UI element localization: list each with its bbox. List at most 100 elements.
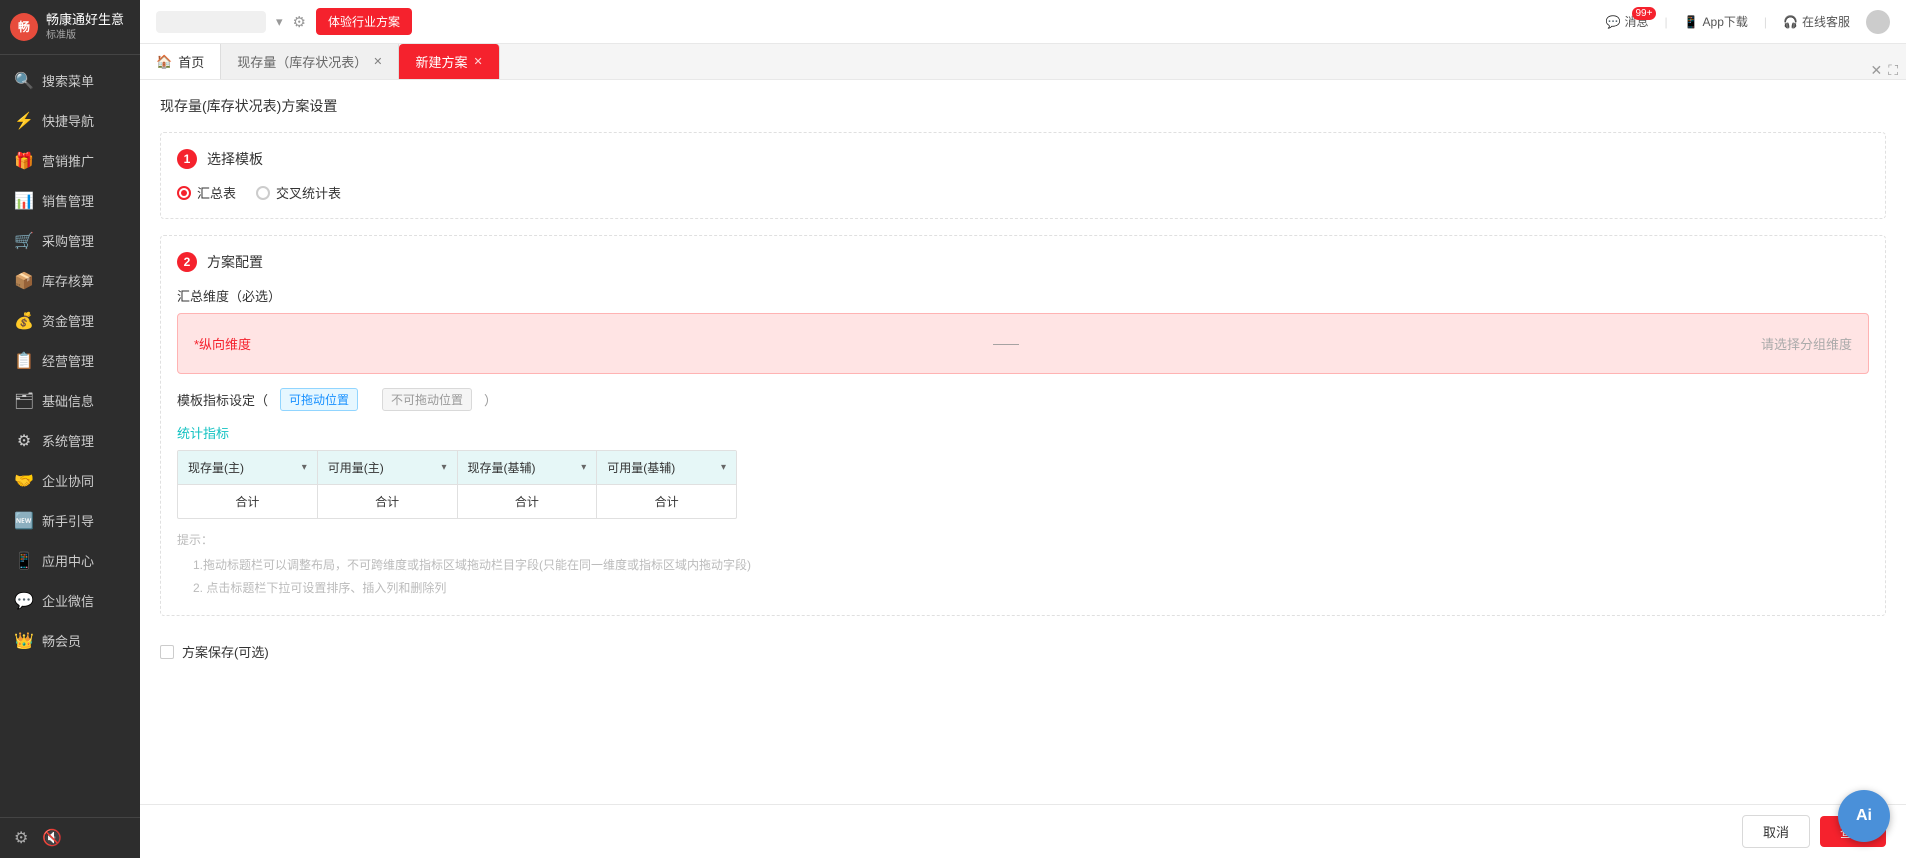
sidebar-item-app-center[interactable]: 📱 应用中心 [0, 541, 140, 581]
messages-badge: 99+ [1632, 7, 1657, 20]
stats-col-2-header[interactable]: 可用量(主) ▾ [318, 451, 458, 484]
messages-btn[interactable]: 💬 消息 99+ [1606, 13, 1649, 30]
stats-col-1-header[interactable]: 现存量(主) ▾ [178, 451, 318, 484]
tip-2: 2. 点击标题栏下拉可设置排序、插入列和删除列 [177, 577, 1869, 600]
chevron-down-icon-1: ▾ [302, 462, 307, 473]
stats-col-4-data: 合计 [597, 484, 736, 518]
section2-block: 2 方案配置 汇总维度（必选） *纵向维度 —— 请选择分组维度 模板指标设定（… [160, 235, 1886, 616]
sidebar-item-member[interactable]: 👑 畅会员 [0, 621, 140, 661]
indicator-settings: 模板指标设定（ 可拖动位置 不可拖动位置 ） [177, 388, 1869, 411]
tab-new-scheme-close[interactable]: ✕ [473, 55, 482, 68]
section2-header: 2 方案配置 [177, 252, 1869, 272]
dim-required: *纵向维度 [194, 334, 251, 353]
home-icon: 🏠 [156, 54, 172, 70]
nav-search-input[interactable] [156, 11, 266, 33]
tab-home[interactable]: 🏠 首页 [140, 44, 221, 79]
sidebar-item-label: 搜索菜单 [42, 71, 94, 90]
sidebar-item-search[interactable]: 🔍 搜索菜单 [0, 61, 140, 101]
basic-info-icon: 🗂 [14, 391, 34, 411]
top-header: ▾ ⚙ 体验行业方案 💬 消息 99+ | 📱 App下载 | 🎧 在线客服 [140, 0, 1906, 44]
sidebar-item-purchase[interactable]: 🛒 采购管理 [0, 221, 140, 261]
chevron-down-icon-3: ▾ [581, 462, 586, 473]
tab-expand-icon[interactable]: ⛶ [1888, 62, 1898, 79]
dim-placeholder: 请选择分组维度 [1761, 334, 1852, 353]
content-area: 现存量(库存状况表)方案设置 1 选择模板 汇总表 交叉统计表 2 [140, 80, 1906, 804]
tips-area: 提示： 1.拖动标题栏可以调整布局，不可跨维度或指标区域拖动栏目字段(只能在同一… [177, 529, 1869, 599]
logo-text: 畅康通好生意 标准版 [46, 12, 124, 42]
industry-btn[interactable]: 体验行业方案 [316, 8, 412, 35]
phone-icon: 📱 [1684, 15, 1699, 29]
sidebar-footer: ⚙ 🔇 [0, 817, 140, 858]
sidebar-item-label: 新手引导 [42, 511, 94, 530]
sidebar-item-wechat[interactable]: 💬 企业微信 [0, 581, 140, 621]
stats-section: 统计指标 现存量(主) ▾ 可用量(主) ▾ 现存量(基辅) [177, 423, 1869, 519]
sidebar-item-operations[interactable]: 📋 经营管理 [0, 341, 140, 381]
app-download-btn[interactable]: 📱 App下载 [1684, 13, 1748, 30]
sidebar-item-finance[interactable]: 💰 资金管理 [0, 301, 140, 341]
quick-nav-icon: ⚡ [14, 111, 34, 131]
radio-summary-label: 汇总表 [197, 183, 236, 202]
ai-button[interactable]: Ai [1838, 790, 1890, 842]
tab-new-scheme-label: 新建方案 [415, 52, 467, 71]
sidebar-item-system[interactable]: ⚙ 系统管理 [0, 421, 140, 461]
sidebar-item-quick-nav[interactable]: ⚡ 快捷导航 [0, 101, 140, 141]
section1-header: 1 选择模板 [177, 149, 1869, 169]
sidebar-item-new-guide[interactable]: 🆕 新手引导 [0, 501, 140, 541]
sidebar-item-basic-info[interactable]: 🗂 基础信息 [0, 381, 140, 421]
sidebar-item-sales[interactable]: 📊 销售管理 [0, 181, 140, 221]
tab-inventory-status[interactable]: 现存量（库存状况表） ✕ [221, 44, 399, 79]
stats-col-4-label: 可用量(基辅) [607, 459, 675, 476]
tab-inventory-status-close[interactable]: ✕ [373, 55, 382, 68]
sidebar-item-label: 企业协同 [42, 471, 94, 490]
user-avatar[interactable] [1866, 10, 1890, 34]
step2-badge: 2 [177, 252, 197, 272]
radio-cross-label: 交叉统计表 [276, 183, 341, 202]
sidebar-item-label: 经营管理 [42, 351, 94, 370]
operations-icon: 📋 [14, 351, 34, 371]
tab-home-label: 首页 [178, 52, 204, 71]
sidebar-item-label: 系统管理 [42, 431, 94, 450]
dim-arrow: —— [267, 336, 1745, 351]
tab-controls: ✕ ⛶ [1862, 62, 1906, 79]
logo-icon: 畅 [10, 13, 38, 41]
sidebar: 畅 畅康通好生意 标准版 🔍 搜索菜单 ⚡ 快捷导航 🎁 营销推广 📊 销售管理… [0, 0, 140, 858]
system-icon: ⚙ [14, 431, 34, 451]
sidebar-item-company[interactable]: 🤝 企业协同 [0, 461, 140, 501]
tab-new-scheme[interactable]: 新建方案 ✕ [399, 44, 499, 79]
dropdown-icon[interactable]: ▾ [276, 14, 283, 30]
radio-summary[interactable]: 汇总表 [177, 183, 236, 202]
save-checkbox[interactable] [160, 645, 174, 659]
radio-cross-dot [256, 186, 270, 200]
stats-col-3-header[interactable]: 现存量(基辅) ▾ [458, 451, 598, 484]
dimension-area[interactable]: *纵向维度 —— 请选择分组维度 [177, 313, 1869, 374]
sidebar-item-label: 营销推广 [42, 151, 94, 170]
cancel-button[interactable]: 取消 [1742, 815, 1810, 848]
sidebar-item-label: 采购管理 [42, 231, 94, 250]
search-icon: 🔍 [14, 71, 34, 91]
stats-col-4-header[interactable]: 可用量(基辅) ▾ [597, 451, 736, 484]
footer-bar: 取消 查询 [140, 804, 1906, 858]
message-icon: 💬 [1606, 15, 1621, 29]
stats-header-row: 现存量(主) ▾ 可用量(主) ▾ 现存量(基辅) ▾ 可用量(基辅) [178, 451, 736, 484]
sidebar-settings-icon[interactable]: ⚙ [14, 828, 28, 848]
sales-icon: 📊 [14, 191, 34, 211]
app-name: 畅康通好生意 [46, 12, 124, 29]
page-title: 现存量(库存状况表)方案设置 [160, 96, 1886, 116]
top-left: ▾ ⚙ 体验行业方案 [156, 8, 412, 35]
sidebar-item-inventory[interactable]: 📦 库存核算 [0, 261, 140, 301]
sidebar-item-label: 销售管理 [42, 191, 94, 210]
gear-icon[interactable]: ⚙ [293, 13, 306, 31]
sidebar-item-marketing[interactable]: 🎁 营销推广 [0, 141, 140, 181]
draggable-tag: 可拖动位置 [280, 388, 358, 411]
stats-col-2-data: 合计 [318, 484, 458, 518]
section2-title: 方案配置 [207, 252, 263, 272]
sidebar-audio-icon[interactable]: 🔇 [42, 828, 62, 848]
tab-close-all-icon[interactable]: ✕ [1870, 62, 1882, 79]
sidebar-item-label: 应用中心 [42, 551, 94, 570]
section1-title: 选择模板 [207, 149, 263, 169]
online-service-btn[interactable]: 🎧 在线客服 [1783, 13, 1850, 30]
sidebar-item-label: 畅会员 [42, 631, 81, 650]
stats-title: 统计指标 [177, 423, 1869, 442]
section1-block: 1 选择模板 汇总表 交叉统计表 [160, 132, 1886, 219]
radio-cross[interactable]: 交叉统计表 [256, 183, 341, 202]
